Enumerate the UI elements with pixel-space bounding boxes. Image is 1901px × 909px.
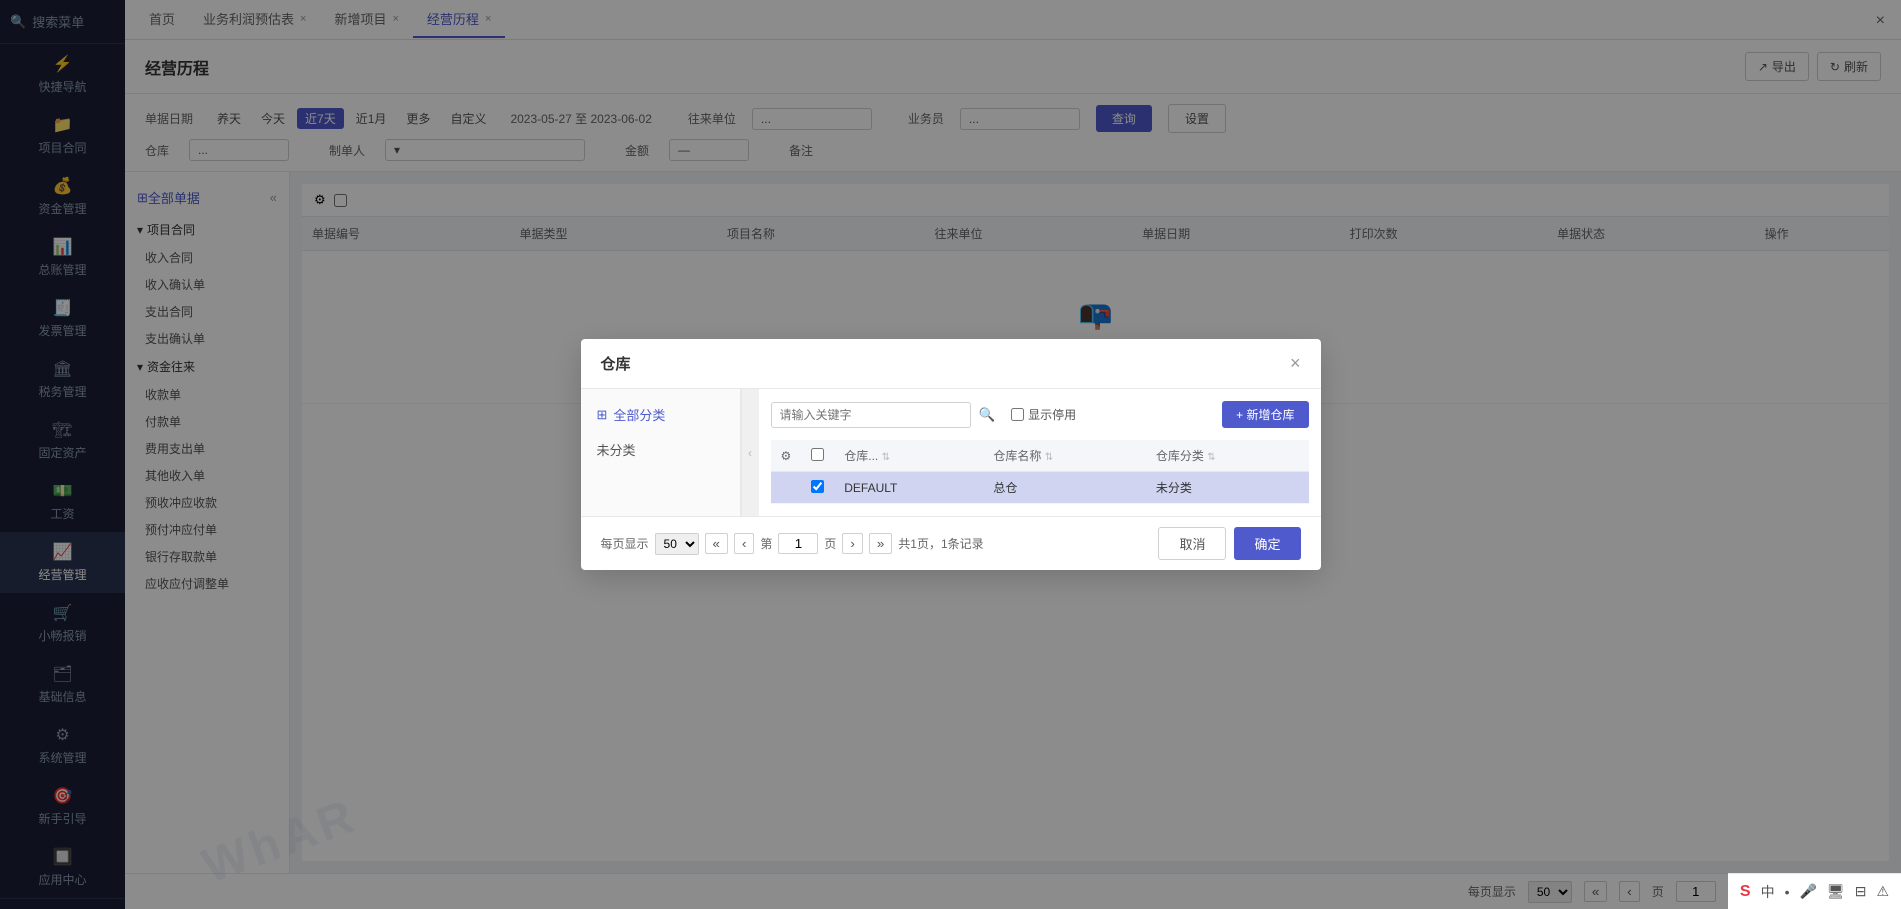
row-code: DEFAULT bbox=[834, 472, 983, 504]
modal-toolbar: 🔍 显示停用 + 新增仓库 bbox=[771, 401, 1309, 428]
modal-per-page-label: 每页显示 bbox=[601, 535, 649, 552]
modal-all-categories[interactable]: ⊞ 全部分类 bbox=[581, 397, 740, 432]
show-disabled-label: 显示停用 bbox=[1011, 406, 1076, 423]
modal-body: ⊞ 全部分类 未分类 ‹ 🔍 显示停用 bbox=[581, 389, 1321, 516]
app-icon-1[interactable]: 中 bbox=[1761, 882, 1775, 902]
modal-table: ⚙ 仓库... ⇅ 仓库名称 bbox=[771, 440, 1309, 504]
row-settings bbox=[771, 472, 802, 504]
add-warehouse-button[interactable]: + 新增仓库 bbox=[1222, 401, 1308, 428]
modal-footer: 每页显示 50 « ‹ 第 页 › » 共1页，1条记录 取消 确定 bbox=[581, 516, 1321, 570]
sort-icon-name: ⇅ bbox=[1045, 452, 1053, 463]
modal-page-label: 页 bbox=[824, 535, 836, 552]
modal-first-page[interactable]: « bbox=[705, 533, 728, 554]
modal-title: 仓库 bbox=[601, 353, 631, 374]
sort-icon-code: ⇅ bbox=[882, 452, 890, 463]
app-icon-mic[interactable]: 🎤 bbox=[1799, 883, 1816, 900]
modal-actions: 取消 确定 bbox=[1158, 527, 1300, 560]
show-disabled-checkbox[interactable] bbox=[1011, 408, 1024, 421]
modal-col-settings: ⚙ bbox=[771, 440, 802, 472]
modal-col-category[interactable]: 仓库分类 ⇅ bbox=[1146, 440, 1309, 472]
modal-search-input[interactable] bbox=[771, 402, 971, 428]
modal-col-name[interactable]: 仓库名称 ⇅ bbox=[983, 440, 1146, 472]
row-select-checkbox[interactable] bbox=[811, 480, 824, 493]
modal-close-button[interactable]: × bbox=[1290, 353, 1301, 374]
table-row[interactable]: DEFAULT 总仓 未分类 bbox=[771, 472, 1309, 504]
sort-icon-category: ⇅ bbox=[1207, 452, 1215, 463]
confirm-button[interactable]: 确定 bbox=[1234, 527, 1300, 560]
modal-header: 仓库 × bbox=[581, 339, 1321, 389]
app-icon-2[interactable]: • bbox=[1785, 884, 1790, 900]
modal-collapse-btn[interactable]: ‹ bbox=[741, 389, 759, 516]
app-icon-monitor[interactable]: 🖥 bbox=[1827, 883, 1845, 900]
grid-icon-modal: ⊞ bbox=[597, 407, 608, 423]
modal-unclassified[interactable]: 未分类 bbox=[581, 432, 740, 467]
app-logo-icon: S bbox=[1740, 883, 1751, 901]
modal-table-area: ⚙ 仓库... ⇅ 仓库名称 bbox=[771, 440, 1309, 504]
modal-col-code[interactable]: 仓库... ⇅ bbox=[834, 440, 983, 472]
search-icon-modal: 🔍 bbox=[979, 407, 996, 422]
modal-col-checkbox bbox=[801, 440, 834, 472]
cancel-button[interactable]: 取消 bbox=[1158, 527, 1226, 560]
modal-select-all[interactable] bbox=[811, 448, 824, 461]
modal-per-page-select[interactable]: 50 bbox=[655, 533, 699, 555]
modal-total: 共1页，1条记录 bbox=[898, 535, 983, 552]
row-name: 总仓 bbox=[983, 472, 1146, 504]
settings-icon-table[interactable]: ⚙ bbox=[781, 449, 792, 463]
row-checkbox bbox=[801, 472, 834, 504]
modal-page-input[interactable] bbox=[778, 533, 818, 554]
app-icon-warning[interactable]: ⚠ bbox=[1876, 883, 1889, 900]
modal-prev-page[interactable]: ‹ bbox=[734, 533, 754, 554]
modal-right-panel: 🔍 显示停用 + 新增仓库 ⚙ bbox=[759, 389, 1321, 516]
row-category: 未分类 bbox=[1146, 472, 1309, 504]
modal-pagination: 每页显示 50 « ‹ 第 页 › » 共1页，1条记录 bbox=[601, 533, 984, 555]
modal-search-button[interactable]: 🔍 bbox=[979, 407, 996, 423]
modal-next-page[interactable]: › bbox=[842, 533, 862, 554]
warehouse-modal: 仓库 × ⊞ 全部分类 未分类 ‹ bbox=[581, 339, 1321, 570]
chevron-left-icon: ‹ bbox=[748, 446, 752, 460]
modal-left-panel: ⊞ 全部分类 未分类 bbox=[581, 389, 741, 516]
modal-last-page[interactable]: » bbox=[869, 533, 892, 554]
modal-page-word: 第 bbox=[760, 535, 772, 552]
app-bottom-bar: S 中 • 🎤 🖥 ⊟ ⚠ bbox=[1728, 873, 1901, 909]
modal-overlay: 仓库 × ⊞ 全部分类 未分类 ‹ bbox=[0, 0, 1901, 909]
app-icon-layout[interactable]: ⊟ bbox=[1855, 883, 1867, 900]
